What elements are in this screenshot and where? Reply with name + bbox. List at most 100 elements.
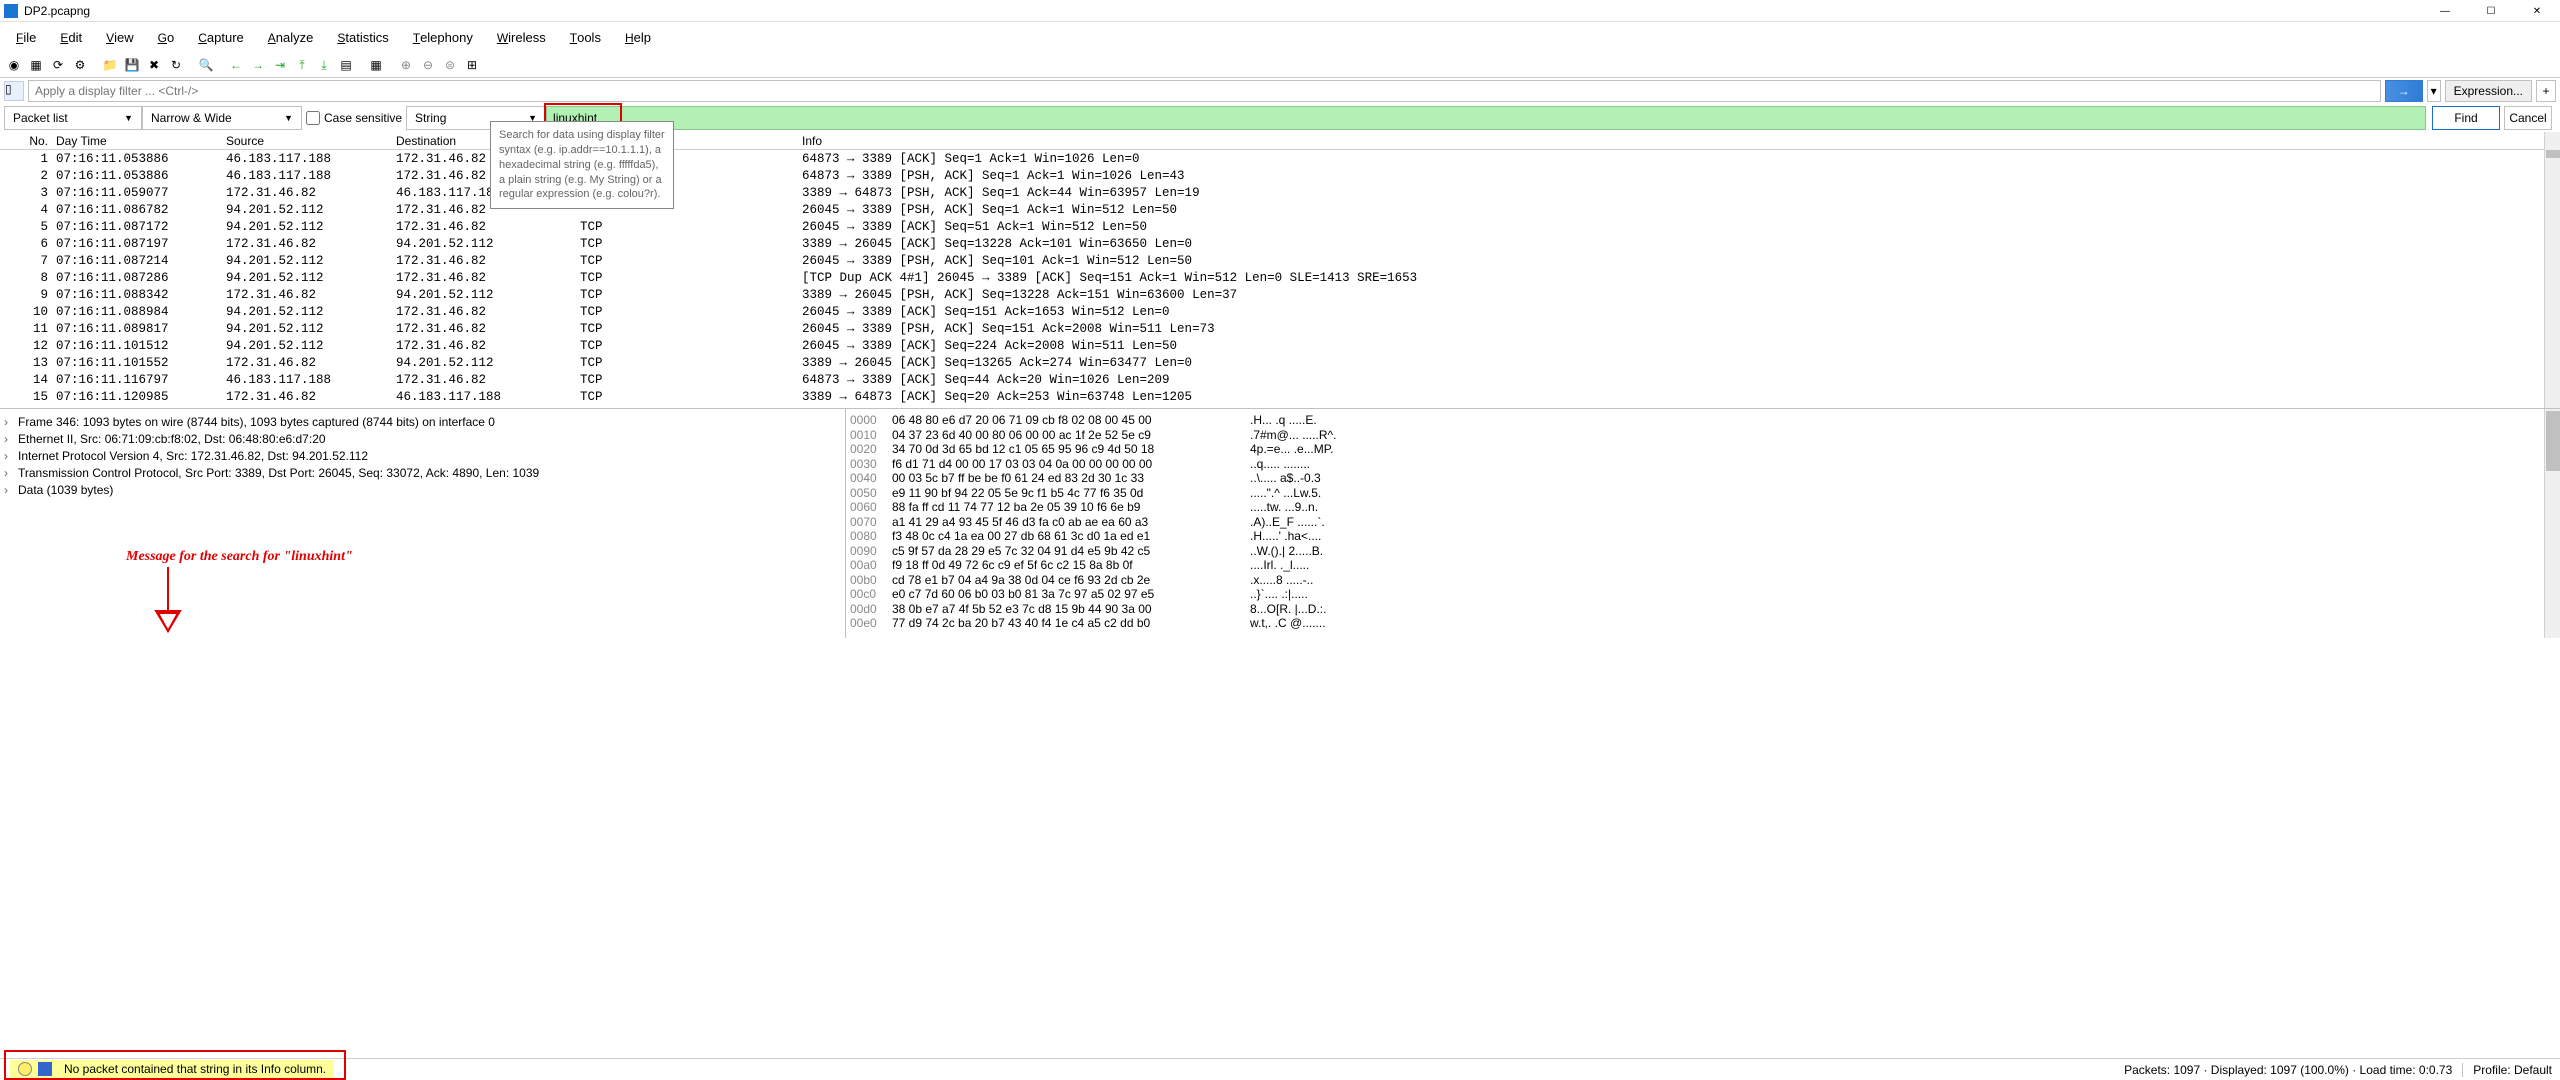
find-button[interactable]: Find <box>2432 106 2500 130</box>
hex-line[interactable]: 00c0e0 c7 7d 60 06 b0 03 b0 81 3a 7c 97 … <box>850 587 2556 602</box>
packet-row[interactable]: 1007:16:11.08898494.201.52.112172.31.46.… <box>0 303 2560 320</box>
menu-analyze[interactable]: Analyze <box>256 26 326 49</box>
minimize-button[interactable]: — <box>2422 0 2468 22</box>
filter-history-dropdown[interactable]: ▾ <box>2427 80 2441 102</box>
menu-wireless[interactable]: Wireless <box>485 26 558 49</box>
hex-line[interactable]: 002034 70 0d 3d 65 bd 12 c1 05 65 95 96 … <box>850 442 2556 457</box>
zoom-reset-icon[interactable]: ⊜ <box>440 55 460 75</box>
packet-row[interactable]: 107:16:11.05388646.183.117.188172.31.46.… <box>0 150 2560 167</box>
search-scope-value: Packet list <box>13 111 68 125</box>
menu-statistics[interactable]: Statistics <box>325 26 400 49</box>
packet-list-scrollbar[interactable] <box>2544 132 2560 408</box>
case-sensitive-label: Case sensitive <box>324 111 402 125</box>
menu-view[interactable]: View <box>94 26 146 49</box>
packet-row[interactable]: 207:16:11.05388646.183.117.188172.31.46.… <box>0 167 2560 184</box>
display-filter-bar: ▯ → ▾ Expression... + <box>0 78 2560 104</box>
hex-line[interactable]: 0090c5 9f 57 da 28 29 e5 7c 32 04 91 d4 … <box>850 544 2556 559</box>
menu-capture[interactable]: Capture <box>186 26 256 49</box>
search-scope-combo[interactable]: Packet list ▼ <box>4 106 142 130</box>
tree-item[interactable]: ›Internet Protocol Version 4, Src: 172.3… <box>4 447 841 464</box>
packet-row[interactable]: 1407:16:11.11679746.183.117.188172.31.46… <box>0 371 2560 388</box>
col-header-time[interactable]: Day Time <box>52 134 222 148</box>
menu-edit[interactable]: Edit <box>48 26 94 49</box>
packet-row[interactable]: 1107:16:11.08981794.201.52.112172.31.46.… <box>0 320 2560 337</box>
colorize-icon[interactable]: ▦ <box>366 55 386 75</box>
col-header-source[interactable]: Source <box>222 134 392 148</box>
packet-row[interactable]: 607:16:11.087197172.31.46.8294.201.52.11… <box>0 235 2560 252</box>
maximize-button[interactable]: ☐ <box>2468 0 2514 22</box>
packet-bytes-pane[interactable]: 000006 48 80 e6 d7 20 06 71 09 cb f8 02 … <box>846 409 2560 638</box>
case-sensitive-checkbox[interactable]: Case sensitive <box>302 111 406 125</box>
hex-line[interactable]: 0080f3 48 0c c4 1a ea 00 27 db 68 61 3c … <box>850 529 2556 544</box>
close-file-icon[interactable]: ✖ <box>144 55 164 75</box>
display-filter-input[interactable] <box>28 80 2381 102</box>
go-back-icon[interactable]: ← <box>226 55 246 75</box>
go-first-icon[interactable]: ⤒ <box>292 55 312 75</box>
case-sensitive-input[interactable] <box>306 111 320 125</box>
chevron-down-icon: ▼ <box>124 113 133 123</box>
save-file-icon[interactable]: 💾 <box>122 55 142 75</box>
add-filter-button[interactable]: + <box>2536 80 2556 102</box>
tree-item[interactable]: ›Ethernet II, Src: 06:71:09:cb:f8:02, Ds… <box>4 430 841 447</box>
resize-columns-icon[interactable]: ⊞ <box>462 55 482 75</box>
capture-options-icon[interactable]: ⚙ <box>70 55 90 75</box>
hex-line[interactable]: 000006 48 80 e6 d7 20 06 71 09 cb f8 02 … <box>850 413 2556 428</box>
packet-row[interactable]: 507:16:11.08717294.201.52.112172.31.46.8… <box>0 218 2560 235</box>
tree-item[interactable]: ›Transmission Control Protocol, Src Port… <box>4 464 841 481</box>
annotation-arrow-icon <box>148 567 188 637</box>
search-input[interactable] <box>546 106 2426 130</box>
hex-line[interactable]: 0050e9 11 90 bf 94 22 05 5e 9c f1 b5 4c … <box>850 486 2556 501</box>
reload-icon[interactable]: ↻ <box>166 55 186 75</box>
packet-list[interactable]: No. Day Time Source Destination Protocol… <box>0 132 2560 408</box>
bookmark-filter-icon[interactable]: ▯ <box>4 81 24 101</box>
go-to-packet-icon[interactable]: ⇥ <box>270 55 290 75</box>
col-header-no[interactable]: No. <box>0 134 52 148</box>
packet-row[interactable]: 907:16:11.088342172.31.46.8294.201.52.11… <box>0 286 2560 303</box>
hex-line[interactable]: 00a0f9 18 ff 0d 49 72 6c c9 ef 5f 6c c2 … <box>850 558 2556 573</box>
hex-line[interactable]: 0070a1 41 29 a4 93 45 5f 46 d3 fa c0 ab … <box>850 515 2556 530</box>
apply-filter-button[interactable]: → <box>2385 80 2423 102</box>
hex-line[interactable]: 00b0cd 78 e1 b7 04 a4 9a 38 0d 04 ce f6 … <box>850 573 2556 588</box>
hex-pane-scrollbar[interactable] <box>2544 409 2560 638</box>
restart-capture-icon[interactable]: ⟳ <box>48 55 68 75</box>
menu-go[interactable]: Go <box>146 26 187 49</box>
hex-line[interactable]: 00d038 0b e7 a7 4f 5b 52 e3 7c d8 15 9b … <box>850 602 2556 617</box>
go-last-icon[interactable]: ⤓ <box>314 55 334 75</box>
tree-item[interactable]: ›Frame 346: 1093 bytes on wire (8744 bit… <box>4 413 841 430</box>
packet-details-pane[interactable]: ›Frame 346: 1093 bytes on wire (8744 bit… <box>0 409 846 638</box>
tree-item[interactable]: ›Data (1039 bytes) <box>4 481 841 498</box>
open-file-icon[interactable]: 📁 <box>100 55 120 75</box>
menu-tools[interactable]: Tools <box>558 26 613 49</box>
col-header-info[interactable]: Info <box>798 134 2560 148</box>
packet-row[interactable]: 807:16:11.08728694.201.52.112172.31.46.8… <box>0 269 2560 286</box>
status-edit-icon <box>38 1062 52 1076</box>
packet-row[interactable]: 707:16:11.08721494.201.52.112172.31.46.8… <box>0 252 2560 269</box>
menu-telephony[interactable]: Telephony <box>401 26 485 49</box>
auto-scroll-icon[interactable]: ▤ <box>336 55 356 75</box>
expression-button[interactable]: Expression... <box>2445 80 2532 102</box>
hex-line[interactable]: 004000 03 5c b7 ff be be f0 61 24 ed 83 … <box>850 471 2556 486</box>
packet-row[interactable]: 1507:16:11.120985172.31.46.8246.183.117.… <box>0 388 2560 405</box>
hex-line[interactable]: 0030f6 d1 71 d4 00 00 17 03 03 04 0a 00 … <box>850 457 2556 472</box>
menu-help[interactable]: Help <box>613 26 663 49</box>
go-forward-icon[interactable]: → <box>248 55 268 75</box>
packet-list-header: No. Day Time Source Destination Protocol… <box>0 132 2560 150</box>
hex-line[interactable]: 001004 37 23 6d 40 00 80 06 00 00 ac 1f … <box>850 428 2556 443</box>
hex-line[interactable]: 006088 fa ff cd 11 74 77 12 ba 2e 05 39 … <box>850 500 2556 515</box>
packet-row[interactable]: 1207:16:11.10151294.201.52.112172.31.46.… <box>0 337 2560 354</box>
status-profile[interactable]: Profile: Default <box>2473 1063 2552 1077</box>
packet-row[interactable]: 407:16:11.08678294.201.52.112172.31.46.8… <box>0 201 2560 218</box>
search-charset-combo[interactable]: Narrow & Wide ▼ <box>142 106 302 130</box>
menu-file[interactable]: File <box>4 26 48 49</box>
zoom-out-icon[interactable]: ⊖ <box>418 55 438 75</box>
start-capture-icon[interactable]: ◉ <box>4 55 24 75</box>
hex-line[interactable]: 00e077 d9 74 2c ba 20 b7 43 40 f4 1e c4 … <box>850 616 2556 631</box>
find-packet-icon[interactable]: 🔍 <box>196 55 216 75</box>
packet-row[interactable]: 307:16:11.059077172.31.46.8246.183.117.1… <box>0 184 2560 201</box>
packet-row[interactable]: 1307:16:11.101552172.31.46.8294.201.52.1… <box>0 354 2560 371</box>
cancel-button[interactable]: Cancel <box>2504 106 2552 130</box>
stop-capture-icon[interactable]: ▦ <box>26 55 46 75</box>
zoom-in-icon[interactable]: ⊕ <box>396 55 416 75</box>
close-button[interactable]: ✕ <box>2514 0 2560 22</box>
window-controls: — ☐ ✕ <box>2422 0 2560 22</box>
